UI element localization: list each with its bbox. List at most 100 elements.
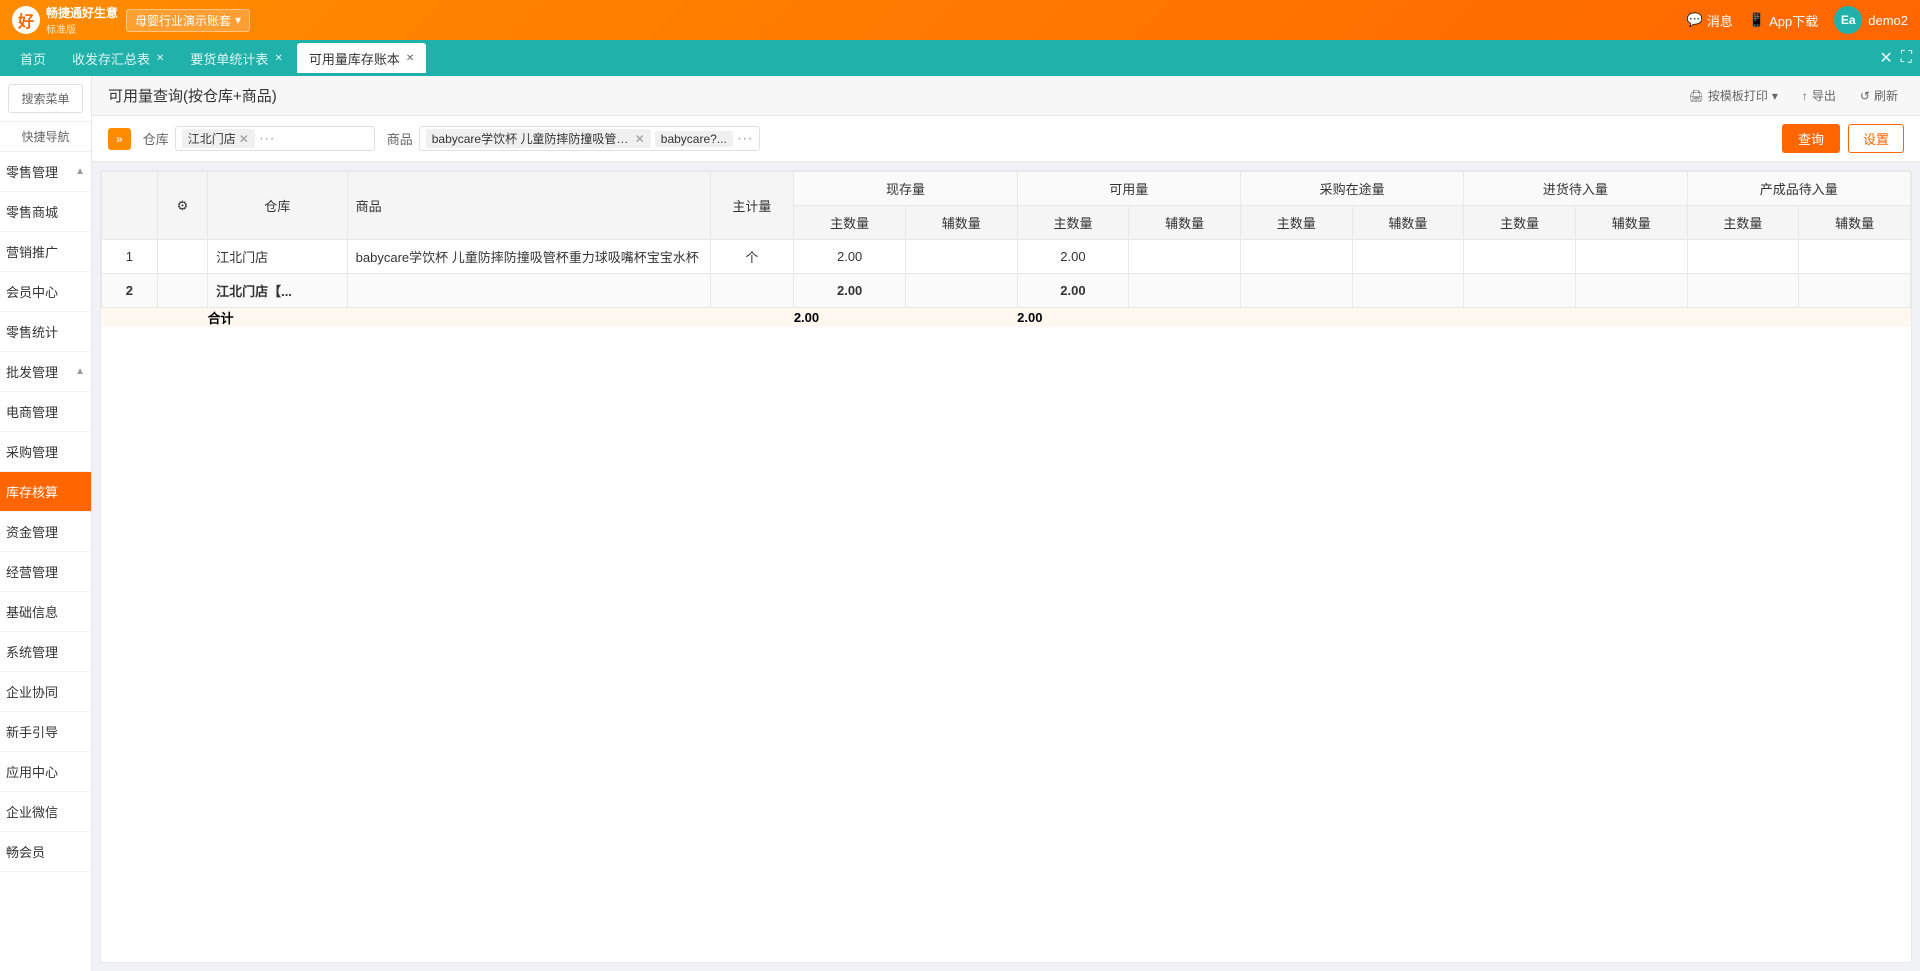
search-menu-btn[interactable]: 搜索菜单 <box>8 84 83 113</box>
row-available-aux-1 <box>1129 240 1241 274</box>
row-settings-2[interactable] <box>157 274 207 308</box>
incoming-pending-header: 进货待入量 <box>1464 172 1687 206</box>
footer-available-main: 2.00 <box>1017 308 1129 328</box>
product-pending-header: 产成品待入量 <box>1687 172 1910 206</box>
row-product-aux-2 <box>1799 274 1911 308</box>
print-btn[interactable]: 🖨 按模板打印 ▾ <box>1683 84 1784 107</box>
maximize-btn[interactable]: ⛶ <box>1901 49 1912 67</box>
footer-empty-2 <box>157 308 207 328</box>
sidebar-item-retail-shop[interactable]: 零售商城 <box>0 192 91 232</box>
warehouse-more-options[interactable]: ··· <box>259 130 275 148</box>
product-tag-2[interactable]: babycare?... <box>655 131 733 147</box>
chevron-icon: ▲ <box>75 166 85 177</box>
sidebar-item-basic-info[interactable]: 基础信息 <box>0 592 91 632</box>
unit-header: 主计量 <box>710 172 794 240</box>
sidebar-item-app-center[interactable]: 应用中心 <box>0 752 91 792</box>
incoming-main-qty-header: 主数量 <box>1464 206 1576 240</box>
row-seq-2: 2 <box>102 274 158 308</box>
sidebar-item-retail-mgmt[interactable]: 零售管理 ▲ <box>0 152 91 192</box>
sidebar-item-member[interactable]: 会员中心 <box>0 272 91 312</box>
user-profile-btn[interactable]: Ea demo2 <box>1834 6 1908 34</box>
row-warehouse-2: 江北门店【... <box>208 274 348 308</box>
warehouse-tag-1[interactable]: 江北门店 ✕ <box>182 129 255 148</box>
product-more-options[interactable]: ··· <box>737 130 753 148</box>
footer-product-main <box>1687 308 1799 328</box>
warehouse-label: 仓库 <box>143 129 169 148</box>
sidebar-item-system[interactable]: 系统管理 <box>0 632 91 672</box>
top-bar-left: 好 畅捷通好生意 标准版 母婴行业演示账套 ▾ <box>12 4 250 36</box>
app-subtitle: 标准版 <box>46 21 118 36</box>
row-purchase-main-1 <box>1240 240 1352 274</box>
tab-receive-send[interactable]: 收发存汇总表 ✕ <box>60 43 176 73</box>
footer-purchase-aux <box>1352 308 1464 328</box>
tab-order-stats[interactable]: 要货单统计表 ✕ <box>178 43 294 73</box>
settings-col-header[interactable]: ⚙ <box>157 172 207 240</box>
row-seq-1: 1 <box>102 240 158 274</box>
row-purchase-main-2 <box>1240 274 1352 308</box>
download-icon: 📱 <box>1749 12 1765 28</box>
sidebar-item-enterprise-wechat[interactable]: 企业微信 <box>0 792 91 832</box>
tab-close-receive-send[interactable]: ✕ <box>156 53 164 64</box>
row-incoming-main-1 <box>1464 240 1576 274</box>
template-selector[interactable]: 母婴行业演示账套 ▾ <box>126 9 250 32</box>
product-tag-1[interactable]: babycare学饮杯 儿童防摔防撞吸管杯重力球吸嘴杯宝宝水杯 ✕ <box>426 129 651 148</box>
close-all-tabs-btn[interactable]: ✕ <box>1879 48 1892 68</box>
goods-header: 商品 <box>347 172 710 240</box>
row-purchase-aux-2 <box>1352 274 1464 308</box>
sidebar-item-operation[interactable]: 经营管理 <box>0 552 91 592</box>
footer-purchase-main <box>1240 308 1352 328</box>
row-product-main-1 <box>1687 240 1799 274</box>
footer-incoming-main <box>1464 308 1576 328</box>
export-btn[interactable]: ↑ 导出 <box>1796 84 1842 107</box>
remove-product-tag-btn[interactable]: ✕ <box>635 132 645 146</box>
sidebar-item-wholesale-mgmt[interactable]: 批发管理 ▲ <box>0 352 91 392</box>
row-current-main-1: 2.00 <box>794 240 906 274</box>
settings-button[interactable]: 设置 <box>1848 124 1904 153</box>
query-button[interactable]: 查询 <box>1782 124 1840 153</box>
data-table: ⚙ 仓库 商品 主计量 现存量 可用量 采购在途量 进货待入量 产成品待入量 主… <box>101 171 1911 327</box>
table-row: 2 江北门店【... 2.00 2.00 <box>102 274 1911 308</box>
page-actions: 🖨 按模板打印 ▾ ↑ 导出 ↺ 刷新 <box>1683 84 1904 107</box>
purchase-aux-qty-header: 辅数量 <box>1352 206 1464 240</box>
avatar: Ea <box>1834 6 1862 34</box>
sidebar-item-ecommerce[interactable]: 电商管理 <box>0 392 91 432</box>
page-header: 可用量查询(按仓库+商品) 🖨 按模板打印 ▾ ↑ 导出 ↺ 刷新 <box>92 76 1920 116</box>
sidebar-item-guide[interactable]: 新手引导 <box>0 712 91 752</box>
content-area: 可用量查询(按仓库+商品) 🖨 按模板打印 ▾ ↑ 导出 ↺ 刷新 » <box>92 76 1920 971</box>
sidebar-item-member2[interactable]: 畅会员 <box>0 832 91 872</box>
tab-close-available-stock[interactable]: ✕ <box>406 53 414 64</box>
purchase-main-qty-header: 主数量 <box>1240 206 1352 240</box>
sidebar-item-enterprise-collab[interactable]: 企业协同 <box>0 672 91 712</box>
product-aux-qty-header: 辅数量 <box>1799 206 1911 240</box>
warehouse-filter-group: 仓库 江北门店 ✕ ··· <box>143 126 375 151</box>
row-settings-1[interactable] <box>157 240 207 274</box>
row-available-main-2: 2.00 <box>1017 274 1129 308</box>
available-aux-qty-header: 辅数量 <box>1129 206 1241 240</box>
row-warehouse-1: 江北门店 <box>208 240 348 274</box>
warehouse-filter-input[interactable]: 江北门店 ✕ ··· <box>175 126 375 151</box>
message-btn[interactable]: 💬 消息 <box>1687 11 1733 30</box>
product-filter-group: 商品 babycare学饮杯 儿童防摔防撞吸管杯重力球吸嘴杯宝宝水杯 ✕ bab… <box>387 126 760 151</box>
filter-bar: » 仓库 江北门店 ✕ ··· 商品 babycare学饮杯 儿童防摔防撞吸管杯… <box>92 116 1920 162</box>
sidebar-item-marketing[interactable]: 营销推广 <box>0 232 91 272</box>
refresh-btn[interactable]: ↺ 刷新 <box>1854 84 1904 107</box>
tab-close-order-stats[interactable]: ✕ <box>274 53 282 64</box>
row-incoming-aux-1 <box>1575 240 1687 274</box>
remove-warehouse-tag-btn[interactable]: ✕ <box>239 132 249 146</box>
filter-expand-btn[interactable]: » <box>108 128 131 150</box>
current-main-qty-header: 主数量 <box>794 206 906 240</box>
tab-available-stock[interactable]: 可用量库存账本 ✕ <box>297 43 426 73</box>
sidebar-item-stock[interactable]: 库存核算 <box>0 472 91 512</box>
quick-nav-btn[interactable]: 快捷导航 <box>0 122 91 152</box>
app-download-btn[interactable]: 📱 App下载 <box>1749 11 1818 30</box>
sidebar-item-purchase[interactable]: 采购管理 <box>0 432 91 472</box>
product-filter-input[interactable]: babycare学饮杯 儿童防摔防撞吸管杯重力球吸嘴杯宝宝水杯 ✕ babyca… <box>419 126 760 151</box>
tab-home[interactable]: 首页 <box>8 43 58 73</box>
row-current-main-2: 2.00 <box>794 274 906 308</box>
row-unit-2 <box>710 274 794 308</box>
footer-label: 合计 <box>208 308 794 328</box>
sidebar-item-retail-stats[interactable]: 零售统计 <box>0 312 91 352</box>
sidebar-item-finance[interactable]: 资金管理 <box>0 512 91 552</box>
incoming-aux-qty-header: 辅数量 <box>1575 206 1687 240</box>
top-bar: 好 畅捷通好生意 标准版 母婴行业演示账套 ▾ 💬 消息 📱 App下载 Ea … <box>0 0 1920 40</box>
